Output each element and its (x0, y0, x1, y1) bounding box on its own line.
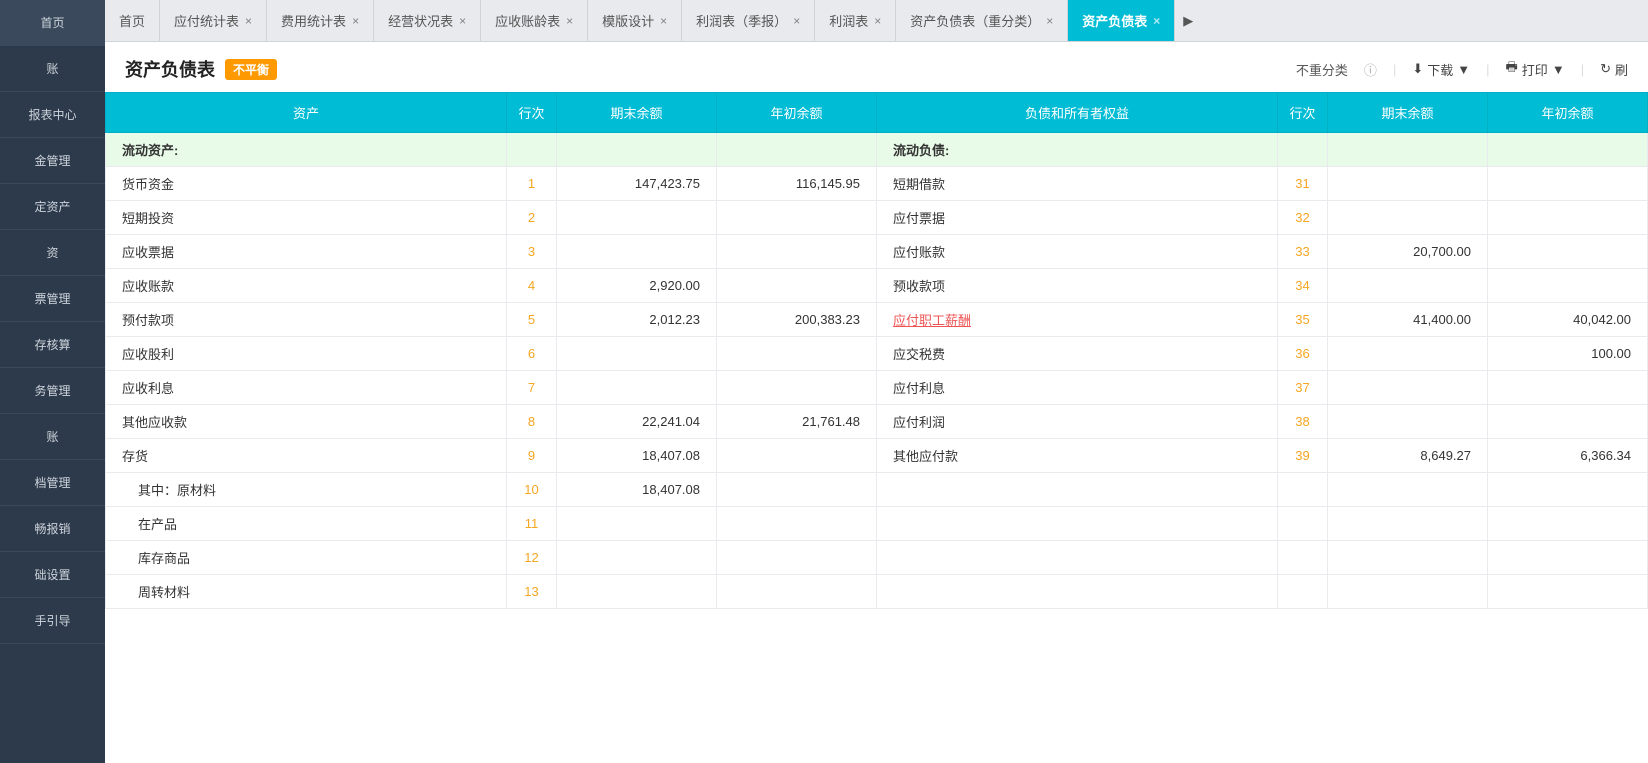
sidebar-item-ticket[interactable]: 票管理 (0, 276, 105, 322)
download-chevron-icon: ▼ (1457, 62, 1470, 77)
table-row: 应收账款 4 2,920.00 预收款项 34 (106, 269, 1648, 303)
tab-profit-quarterly[interactable]: 利润表（季报） × (682, 0, 815, 42)
table-row: 库存商品 12 (106, 541, 1648, 575)
section-current-assets: 流动资产: 流动负债: (106, 133, 1648, 167)
table-row: 其中：原材料 10 18,407.08 (106, 473, 1648, 507)
table-row: 短期投资 2 应付票据 32 (106, 201, 1648, 235)
main-area: 首页 应付统计表 × 费用统计表 × 经营状况表 × 应收账龄表 × 模版设计 … (105, 0, 1648, 763)
header-year-start2: 年初余额 (1488, 93, 1648, 133)
tab-close-business-status[interactable]: × (459, 14, 466, 28)
tab-business-status[interactable]: 经营状况表 × (374, 0, 481, 42)
table-row: 应收票据 3 应付账款 33 20,700.00 (106, 235, 1648, 269)
sidebar-item-finance[interactable]: 金管理 (0, 138, 105, 184)
current-liabilities-label: 流动负债: (877, 133, 1278, 167)
tab-home[interactable]: 首页 (105, 0, 160, 42)
separator1: | (1393, 62, 1396, 77)
table-row: 货币资金 1 147,423.75 116,145.95 短期借款 31 (106, 167, 1648, 201)
tab-close-balance-reclassified[interactable]: × (1046, 14, 1053, 28)
header-liability: 负债和所有者权益 (877, 93, 1278, 133)
sidebar-item-expense[interactable]: 畅报销 (0, 506, 105, 552)
table-row: 应收利息 7 应付利息 37 (106, 371, 1648, 405)
report-content: 资产负债表 不平衡 不重分类 ⓘ | ⬇ 下载 ▼ | 🖶 打印 ▼ | (105, 42, 1648, 763)
table-row: 应收股利 6 应交税费 36 100.00 (106, 337, 1648, 371)
tab-expense-summary[interactable]: 费用统计表 × (267, 0, 374, 42)
sidebar-item-tax[interactable]: 务管理 (0, 368, 105, 414)
report-title-row: 资产负债表 不平衡 (125, 56, 277, 82)
tab-payable-summary[interactable]: 应付统计表 × (160, 0, 267, 42)
tab-arrow-right[interactable]: ▶ (1175, 0, 1201, 42)
sidebar-item-archive[interactable]: 档管理 (0, 460, 105, 506)
refresh-icon: ↻ (1600, 61, 1611, 77)
table-header-row: 资产 行次 期末余额 年初余额 负债和所有者权益 行次 期末余额 年初余额 (106, 93, 1648, 133)
refresh-button[interactable]: ↻ 刷 (1600, 60, 1628, 79)
report-actions: 不重分类 ⓘ | ⬇ 下载 ▼ | 🖶 打印 ▼ | ↻ 刷 (1296, 58, 1628, 80)
sidebar-item-ledger[interactable]: 账 (0, 414, 105, 460)
tab-close-payable-summary[interactable]: × (245, 14, 252, 28)
sidebar-item-settings[interactable]: 础设置 (0, 552, 105, 598)
report-title: 资产负债表 (125, 56, 215, 82)
header-end-balance2: 期末余额 (1328, 93, 1488, 133)
header-row2: 行次 (1278, 93, 1328, 133)
current-assets-label: 流动资产: (106, 133, 507, 167)
liability-link-payroll[interactable]: 应付职工薪酬 (893, 313, 971, 328)
tab-close-profit-quarterly[interactable]: × (793, 14, 800, 28)
balance-sheet-table: 资产 行次 期末余额 年初余额 负债和所有者权益 行次 期末余额 年初余额 流动… (105, 92, 1648, 609)
separator3: | (1581, 62, 1584, 77)
header-asset: 资产 (106, 93, 507, 133)
sidebar-item-guide[interactable]: 手引导 (0, 598, 105, 644)
sidebar: 首页 账 报表中心 金管理 定资产 资 票管理 存核算 务管理 账 档管理 畅报… (0, 0, 105, 763)
sidebar-item-home[interactable]: 首页 (0, 0, 105, 46)
unbalanced-badge: 不平衡 (225, 59, 277, 80)
download-icon: ⬇ (1412, 61, 1423, 77)
header-end-balance: 期末余额 (557, 93, 717, 133)
sidebar-item-inventory[interactable]: 存核算 (0, 322, 105, 368)
header-year-start: 年初余额 (717, 93, 877, 133)
sidebar-item-report-center[interactable]: 报表中心 (0, 92, 105, 138)
table-row: 周转材料 13 (106, 575, 1648, 609)
tab-profit[interactable]: 利润表 × (815, 0, 896, 42)
sidebar-item-account[interactable]: 账 (0, 46, 105, 92)
table-row: 存货 9 18,407.08 其他应付款 39 8,649.27 6,366.3… (106, 439, 1648, 473)
tab-balance-sheet[interactable]: 资产负债表 × (1068, 0, 1175, 42)
table-row: 预付款项 5 2,012.23 200,383.23 应付职工薪酬 35 41,… (106, 303, 1648, 337)
tab-receivable-aging[interactable]: 应收账龄表 × (481, 0, 588, 42)
help-icon[interactable]: ⓘ (1364, 60, 1377, 79)
header-row: 行次 (507, 93, 557, 133)
tab-balance-reclassified[interactable]: 资产负债表（重分类） × (896, 0, 1068, 42)
table-row: 其他应收款 8 22,241.04 21,761.48 应付利润 38 (106, 405, 1648, 439)
sidebar-item-capital[interactable]: 资 (0, 230, 105, 276)
print-button[interactable]: 🖶 打印 ▼ (1506, 58, 1565, 80)
report-header: 资产负债表 不平衡 不重分类 ⓘ | ⬇ 下载 ▼ | 🖶 打印 ▼ | (105, 42, 1648, 92)
tab-close-receivable-aging[interactable]: × (566, 14, 573, 28)
not-reclassify-label: 不重分类 (1296, 60, 1348, 79)
download-button[interactable]: ⬇ 下载 ▼ (1412, 60, 1470, 79)
tab-close-profit[interactable]: × (874, 14, 881, 28)
tab-close-expense-summary[interactable]: × (352, 14, 359, 28)
tab-bar: 首页 应付统计表 × 费用统计表 × 经营状况表 × 应收账龄表 × 模版设计 … (105, 0, 1648, 42)
tab-close-balance-sheet[interactable]: × (1153, 14, 1160, 28)
tab-close-template-design[interactable]: × (660, 14, 667, 28)
print-chevron-icon: ▼ (1552, 62, 1565, 77)
table-row: 在产品 11 (106, 507, 1648, 541)
print-icon: 🖶 (1506, 58, 1518, 80)
separator2: | (1486, 62, 1489, 77)
sidebar-item-fixed-assets[interactable]: 定资产 (0, 184, 105, 230)
tab-template-design[interactable]: 模版设计 × (588, 0, 682, 42)
